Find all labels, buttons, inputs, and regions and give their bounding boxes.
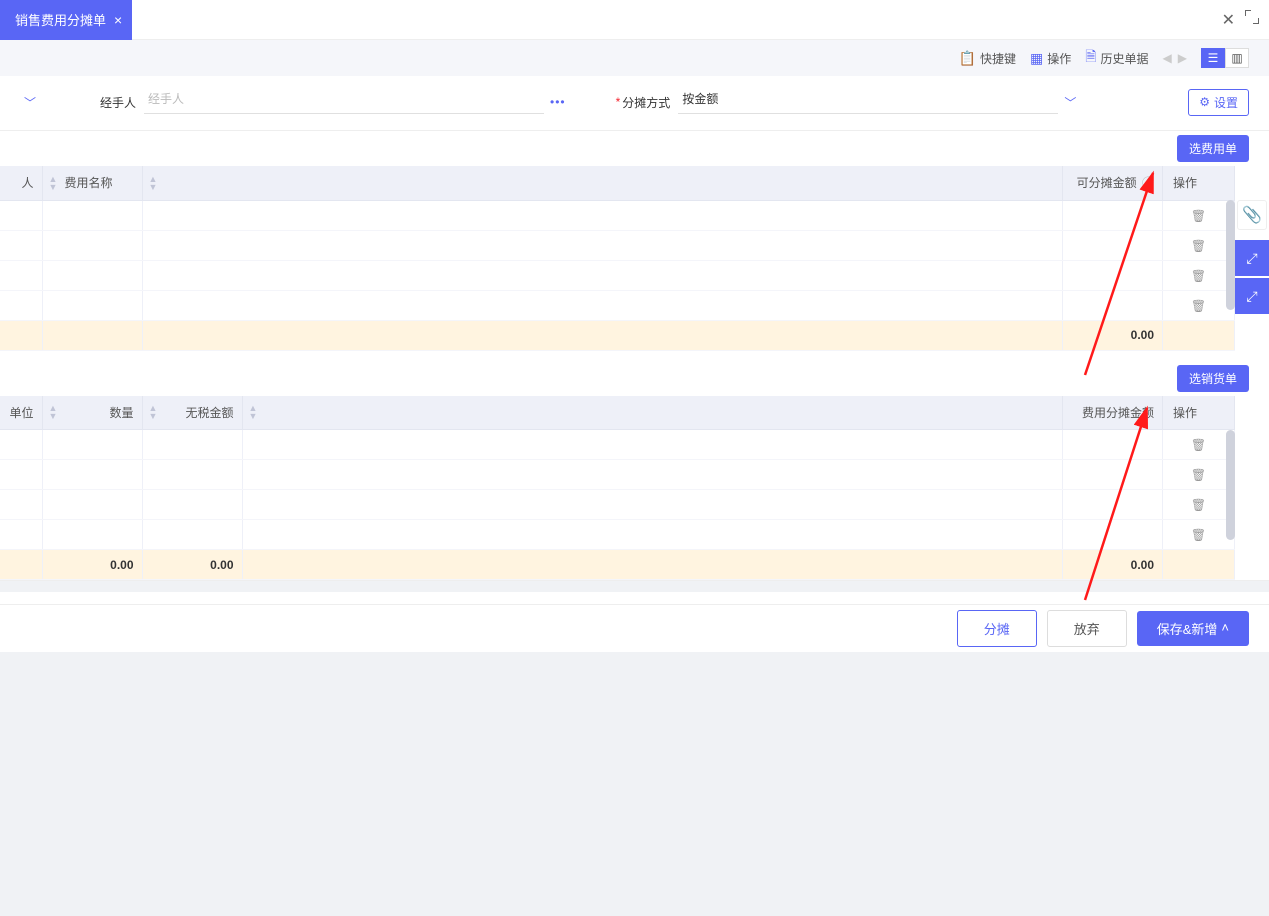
shortcut-label: 快捷键 [980, 50, 1016, 67]
trash-icon[interactable] [1191, 437, 1206, 452]
handler-label: 经手人 [100, 94, 136, 111]
doc-icon: 🗎 [1085, 46, 1096, 70]
select-fee-button[interactable]: 选费用单 [1177, 135, 1249, 162]
trash-icon[interactable] [1191, 298, 1206, 313]
table-row[interactable] [0, 490, 1235, 520]
settings-label: 设置 [1214, 94, 1238, 111]
col-unit[interactable]: 单位 [0, 396, 42, 430]
total-row: 0.00 0.00 0.00 [0, 550, 1235, 580]
fee-section: 选费用单 人 ▲▼费用名称 ▲▼ 可分摊金额 ⓘ 操作 [0, 131, 1269, 351]
view-grid-icon[interactable]: ▥ [1225, 48, 1249, 68]
col-fee-name[interactable]: ▲▼费用名称 [42, 166, 142, 200]
total-allocable: 0.00 [1063, 320, 1163, 350]
trash-icon[interactable] [1191, 467, 1206, 482]
history-label: 历史单据 [1101, 50, 1149, 67]
select-sales-button[interactable]: 选销货单 [1177, 365, 1249, 392]
prev-icon[interactable]: ◀ [1163, 51, 1172, 65]
trash-icon[interactable] [1191, 238, 1206, 253]
more-icon[interactable]: ••• [550, 95, 566, 109]
shortcut-button[interactable]: 📋 快捷键 [959, 50, 1016, 67]
discard-button[interactable]: 放弃 [1047, 610, 1127, 647]
scrollbar[interactable] [1226, 396, 1235, 581]
trash-icon[interactable] [1191, 527, 1206, 542]
trash-icon[interactable] [1191, 268, 1206, 283]
col-allocable[interactable]: 可分摊金额 ⓘ [1063, 166, 1163, 200]
col-person[interactable]: 人 [0, 166, 42, 200]
spacer [0, 580, 1269, 592]
operate-button[interactable]: ▦ 操作 [1030, 50, 1071, 67]
sales-section: 选销货单 单位 ▲▼数量 ▲▼无税金额 ▲▼ [0, 351, 1269, 581]
close-window-icon[interactable]: ✕ [1222, 10, 1235, 30]
total-qty: 0.00 [42, 550, 142, 580]
col-actions2: 操作 [1163, 396, 1235, 430]
col-actions: 操作 [1163, 166, 1235, 200]
grid-icon: ▦ [1030, 50, 1043, 67]
table-row[interactable] [0, 290, 1235, 320]
chevron-up-icon: ˄ [1221, 620, 1229, 635]
col-spacer2[interactable]: ▲▼ [242, 396, 1063, 430]
chevron-down-icon[interactable]: ﹀ [1064, 94, 1076, 111]
table-row[interactable] [0, 230, 1235, 260]
handler-field: 经手人 经手人 ••• [100, 90, 566, 114]
sales-table: 单位 ▲▼数量 ▲▼无税金额 ▲▼ 费用分摊金额 操作 0.0 [0, 396, 1235, 581]
table-row[interactable] [0, 520, 1235, 550]
toolbar: 📋 快捷键 ▦ 操作 🗎 历史单据 ◀ ▶ ☰ ▥ [0, 40, 1269, 76]
tab-title: 销售费用分摊单 [15, 10, 106, 29]
col-notax[interactable]: ▲▼无税金额 [142, 396, 242, 430]
settings-button[interactable]: 设置 [1188, 89, 1249, 116]
gear-icon [1199, 95, 1210, 109]
fullscreen-icon[interactable] [1245, 10, 1259, 29]
tab-active[interactable]: 销售费用分摊单 × [0, 0, 132, 40]
operate-label: 操作 [1047, 50, 1071, 67]
next-icon[interactable]: ▶ [1178, 51, 1187, 65]
total-feealloc: 0.00 [1063, 550, 1163, 580]
table-row[interactable] [0, 460, 1235, 490]
history-button[interactable]: 🗎 历史单据 [1085, 46, 1148, 70]
handler-input[interactable]: 经手人 [144, 90, 544, 114]
col-qty[interactable]: ▲▼数量 [42, 396, 142, 430]
total-row: 0.00 [0, 320, 1235, 350]
alloc-select[interactable]: 按金额 [678, 90, 1058, 114]
attachment-icon[interactable]: 📎 [1237, 200, 1267, 230]
expand2-icon[interactable]: ⤢ [1235, 278, 1269, 314]
alloc-field: * 分摊方式 按金额 ﹀ [616, 90, 1077, 114]
close-icon[interactable]: × [114, 12, 122, 28]
help-icon[interactable]: ⓘ [1139, 176, 1154, 190]
save-add-label: 保存&新增 [1157, 619, 1218, 638]
footer: 分摊 放弃 保存&新增 ˄ [0, 604, 1269, 652]
table-row[interactable] [0, 430, 1235, 460]
expand-icon[interactable]: ⤢ [1235, 240, 1269, 276]
trash-icon[interactable] [1191, 208, 1206, 223]
save-add-button[interactable]: 保存&新增 ˄ [1137, 611, 1249, 646]
scrollbar[interactable] [1226, 166, 1235, 351]
required-asterisk: * [616, 95, 621, 109]
col-spacer[interactable]: ▲▼ [142, 166, 1063, 200]
clipboard-icon: 📋 [959, 50, 976, 67]
trash-icon[interactable] [1191, 497, 1206, 512]
view-toggle: ☰ ▥ [1201, 48, 1249, 68]
allocate-button[interactable]: 分摊 [957, 610, 1037, 647]
chevron-down-icon[interactable]: ﹀ [20, 94, 40, 111]
form-bar: ﹀ 经手人 经手人 ••• * 分摊方式 按金额 ﹀ 设置 [0, 76, 1269, 131]
fee-table: 人 ▲▼费用名称 ▲▼ 可分摊金额 ⓘ 操作 0.00 [0, 166, 1235, 351]
table-row[interactable] [0, 260, 1235, 290]
table-row[interactable] [0, 200, 1235, 230]
total-notax: 0.00 [142, 550, 242, 580]
view-list-icon[interactable]: ☰ [1201, 48, 1225, 68]
right-rail: 📎 ⤢ ⤢ [1235, 200, 1269, 316]
alloc-label: 分摊方式 [622, 94, 670, 111]
col-fee-alloc[interactable]: 费用分摊金额 [1063, 396, 1163, 430]
tab-bar: 销售费用分摊单 × ✕ [0, 0, 1269, 40]
